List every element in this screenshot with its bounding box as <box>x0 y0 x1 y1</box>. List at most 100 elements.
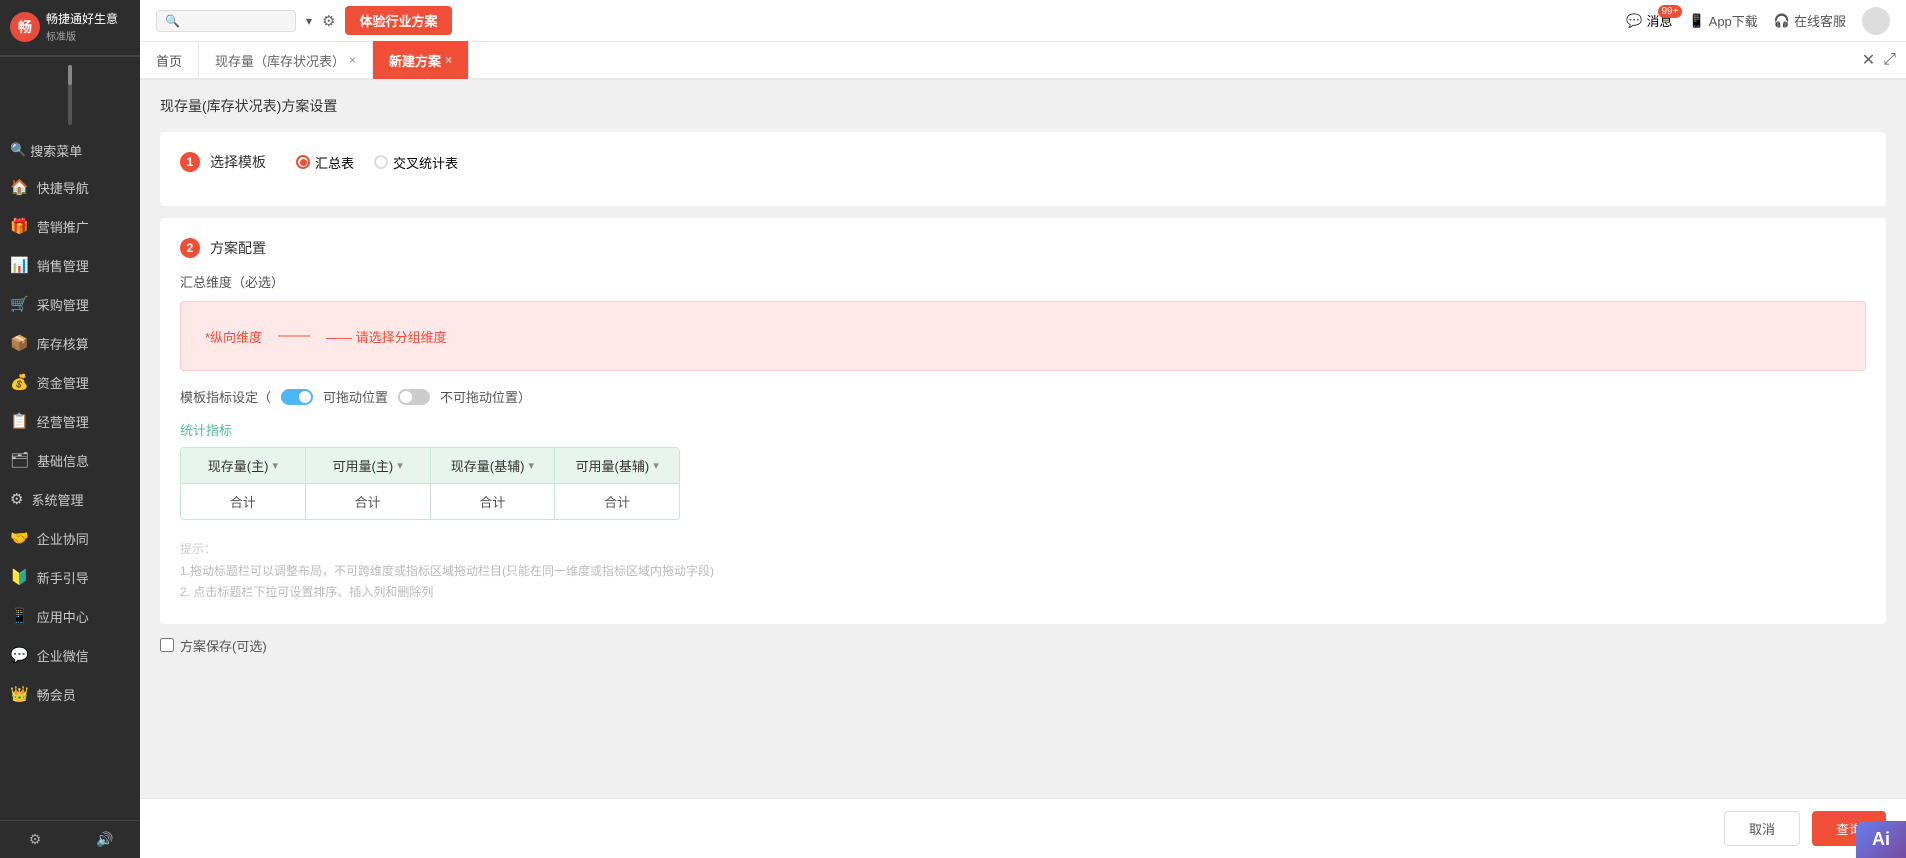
vertical-dimension-area[interactable]: *纵向维度 —— —— 请选择分组维度 <box>180 301 1866 371</box>
col-available-aux[interactable]: 可用量(基辅) ▾ <box>555 448 679 483</box>
nav-icon: 🏠 <box>10 178 29 196</box>
stats-table-body: 合计 合计 合计 合计 <box>181 483 679 519</box>
phone-icon: 📱 <box>1688 13 1704 29</box>
topbar: 🔍 ▾ ⚙ 体验行业方案 💬 消息 99+ 📱 App下载 🎧 在线客服 <box>140 0 1906 42</box>
content-area: 现存量(库存状况表)方案设置 1 选择模板 汇总表 交叉统计表 <box>140 80 1906 798</box>
audio-bottom-btn[interactable]: 🔊 <box>70 821 140 858</box>
radio-cross[interactable]: 交叉统计表 <box>374 153 458 172</box>
summary-dimension-label: 汇总维度（必选） <box>180 272 1866 291</box>
sidebar: 畅 畅捷通好生意 标准版 🔍 搜索菜单 🏠 快捷导航 🎁 营销推广 📊 销售管理… <box>0 0 140 858</box>
app-center-icon: 📱 <box>10 607 29 625</box>
newbie-icon: 🔰 <box>10 568 29 586</box>
footer-buttons: 取消 查询 <box>140 798 1906 858</box>
sidebar-item-sales[interactable]: 📊 销售管理 <box>0 246 140 285</box>
trial-industry-btn[interactable]: 体验行业方案 <box>345 6 451 35</box>
topbar-right: 💬 消息 99+ 📱 App下载 🎧 在线客服 <box>1626 7 1890 35</box>
save-checkbox[interactable] <box>160 638 174 652</box>
ai-button[interactable]: Ai <box>1856 821 1906 858</box>
plan-config-card: 2 方案配置 汇总维度（必选） *纵向维度 —— —— 请选择分组维度 模板指标… <box>160 218 1886 624</box>
sidebar-item-collaboration[interactable]: 🤝 企业协同 <box>0 519 140 558</box>
stats-table-header: 现存量(主) ▾ 可用量(主) ▾ 现存量(基辅) ▾ 可用量(基辅) ▾ <box>181 448 679 483</box>
cell-3: 合计 <box>555 484 679 519</box>
message-icon: 💬 <box>1626 13 1642 29</box>
tab-new-plan-close[interactable]: × <box>445 53 452 67</box>
vertical-dimension-label: *纵向维度 <box>205 327 262 346</box>
stats-table: 现存量(主) ▾ 可用量(主) ▾ 现存量(基辅) ▾ 可用量(基辅) ▾ <box>180 447 680 520</box>
sidebar-item-nav[interactable]: 🏠 快捷导航 <box>0 168 140 207</box>
topbar-search[interactable]: 🔍 <box>156 10 296 32</box>
search-icon: 🔍 <box>10 142 26 158</box>
headphone-icon: 🎧 <box>1774 13 1790 29</box>
sidebar-search[interactable]: 🔍 搜索菜单 <box>0 133 140 168</box>
sidebar-item-wechat[interactable]: 💬 企业微信 <box>0 636 140 675</box>
radio-summary[interactable]: 汇总表 <box>296 153 354 172</box>
topbar-dropdown[interactable]: ▾ <box>306 14 312 28</box>
tab-inventory-status[interactable]: 现存量（库存状况表） × <box>199 41 373 79</box>
sidebar-item-app-center[interactable]: 📱 应用中心 <box>0 597 140 636</box>
radio-dot-summary <box>296 155 310 169</box>
step1-title: 选择模板 <box>210 152 266 172</box>
indicator-settings-row: 模板指标设定（ 可拖动位置 不可拖动位置） <box>180 387 1866 406</box>
cell-2: 合计 <box>431 484 556 519</box>
sidebar-item-inventory[interactable]: 📦 库存核算 <box>0 324 140 363</box>
template-card: 1 选择模板 汇总表 交叉统计表 <box>160 132 1886 206</box>
col-dropdown-1[interactable]: ▾ <box>397 459 403 472</box>
col-dropdown-2[interactable]: ▾ <box>528 459 534 472</box>
save-option-row: 方案保存(可选) <box>160 636 1886 655</box>
step2-header: 2 方案配置 <box>180 238 1866 258</box>
sidebar-logo: 畅 畅捷通好生意 标准版 <box>0 0 140 56</box>
window-close-btn[interactable]: ✕ <box>1862 50 1875 70</box>
tab-new-plan[interactable]: 新建方案 × <box>373 41 469 79</box>
sidebar-item-newbie[interactable]: 🔰 新手引导 <box>0 558 140 597</box>
system-icon: ⚙ <box>10 490 23 508</box>
sidebar-scroll-up <box>0 56 140 133</box>
tabs-actions: ✕ ⤢ <box>1862 50 1906 70</box>
window-expand-btn[interactable]: ⤢ <box>1883 51 1896 69</box>
tab-inventory-close[interactable]: × <box>349 53 356 67</box>
sidebar-item-finance[interactable]: 💰 资金管理 <box>0 363 140 402</box>
topbar-app-download[interactable]: 📱 App下载 <box>1688 11 1757 30</box>
draggable-toggle[interactable] <box>281 389 313 405</box>
col-dropdown-0[interactable]: ▾ <box>272 459 278 472</box>
col-current-stock-main[interactable]: 现存量(主) ▾ <box>181 448 306 483</box>
tabs-bar: 首页 现存量（库存状况表） × 新建方案 × ✕ ⤢ <box>140 42 1906 80</box>
settings-bottom-btn[interactable]: ⚙ <box>0 821 70 858</box>
sidebar-item-system[interactable]: ⚙ 系统管理 <box>0 480 140 519</box>
sidebar-bottom: ⚙ 🔊 <box>0 820 140 858</box>
cancel-button[interactable]: 取消 <box>1724 811 1800 846</box>
step2-title: 方案配置 <box>210 238 266 258</box>
sidebar-item-marketing[interactable]: 🎁 营销推广 <box>0 207 140 246</box>
sidebar-item-purchase[interactable]: 🛒 采购管理 <box>0 285 140 324</box>
col-current-stock-aux[interactable]: 现存量(基辅) ▾ <box>431 448 556 483</box>
step2-num: 2 <box>180 238 200 258</box>
page-title: 现存量(库存状况表)方案设置 <box>160 96 1886 116</box>
logo-icon: 畅 <box>10 12 40 42</box>
col-available-main[interactable]: 可用量(主) ▾ <box>306 448 431 483</box>
topbar-search-icon: 🔍 <box>165 14 180 28</box>
step1-num: 1 <box>180 152 200 172</box>
stats-section-label: 统计指标 <box>180 420 1866 439</box>
topbar-gear-btn[interactable]: ⚙ <box>322 12 335 30</box>
tab-home[interactable]: 首页 <box>140 41 199 79</box>
topbar-online-service[interactable]: 🎧 在线客服 <box>1774 11 1846 30</box>
step1-header: 1 选择模板 汇总表 交叉统计表 <box>180 152 1866 172</box>
sidebar-item-operations[interactable]: 📋 经营管理 <box>0 402 140 441</box>
finance-icon: 💰 <box>10 373 29 391</box>
member-icon: 👑 <box>10 685 29 703</box>
radio-dot-cross <box>374 155 388 169</box>
col-dropdown-3[interactable]: ▾ <box>653 459 659 472</box>
cell-1: 合计 <box>306 484 431 519</box>
logo-text: 畅捷通好生意 标准版 <box>46 12 118 43</box>
sidebar-item-member[interactable]: 👑 畅会员 <box>0 675 140 714</box>
basic-info-icon: 🗂 <box>10 451 29 469</box>
user-avatar[interactable] <box>1862 7 1890 35</box>
sidebar-item-basic-info[interactable]: 🗂 基础信息 <box>0 441 140 480</box>
vertical-dimension-hint: —— 请选择分组维度 <box>326 327 447 346</box>
operations-icon: 📋 <box>10 412 29 430</box>
template-radio-group: 汇总表 交叉统计表 <box>296 153 458 172</box>
not-draggable-toggle[interactable] <box>398 389 430 405</box>
collaboration-icon: 🤝 <box>10 529 29 547</box>
wechat-icon: 💬 <box>10 646 29 664</box>
topbar-message[interactable]: 💬 消息 99+ <box>1626 11 1672 30</box>
sales-icon: 📊 <box>10 256 29 274</box>
